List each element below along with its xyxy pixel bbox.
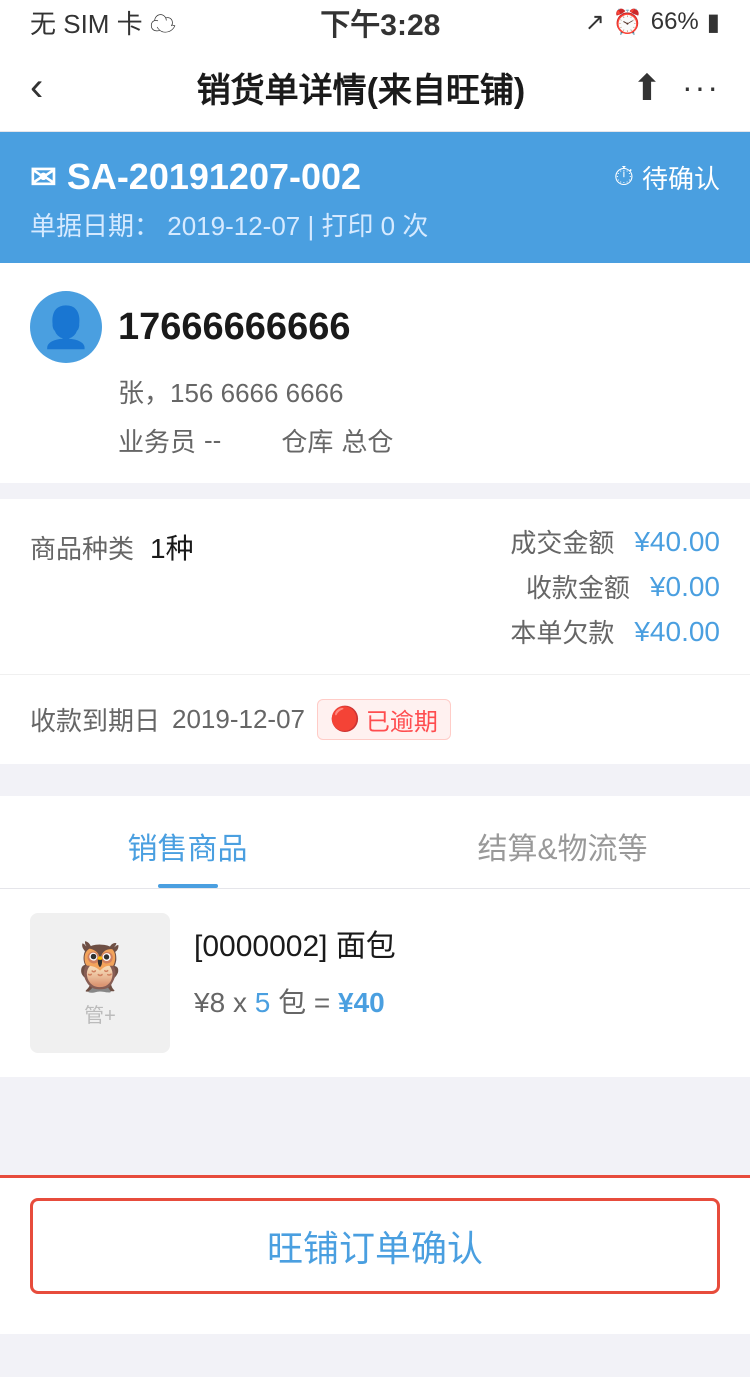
battery-icon: ▮ bbox=[707, 8, 720, 37]
customer-phone: 17666666666 bbox=[118, 306, 350, 349]
nav-actions: ⬆ ··· bbox=[632, 67, 720, 109]
sales-info: 业务员 -- bbox=[118, 422, 221, 459]
product-qty: 5 bbox=[255, 987, 271, 1018]
tab-settlement-label: 结算&物流等 bbox=[477, 833, 647, 866]
date-label: 单据日期： bbox=[30, 211, 160, 241]
amount-label-0: 成交金额 bbox=[510, 523, 614, 560]
page-title: 销货单详情(来自旺铺) bbox=[197, 63, 526, 112]
product-section: 🦉 管+ [0000002] 面包 ¥8 x 5 包 = ¥40 bbox=[0, 889, 750, 1077]
product-price: ¥8 x 5 包 = ¥40 bbox=[194, 981, 720, 1021]
amount-label-1: 收款金额 bbox=[526, 568, 630, 605]
customer-section: 👤 17666666666 张，156 6666 6666 业务员 -- 仓库 … bbox=[0, 263, 750, 483]
product-name-text: 面包 bbox=[336, 930, 396, 963]
overdue-badge: 🔴 已逾期 bbox=[317, 699, 451, 740]
customer-contact: 张，156 6666 6666 bbox=[118, 373, 720, 410]
price-value: ¥8 bbox=[194, 987, 225, 1018]
due-date: 2019-12-07 bbox=[172, 704, 305, 735]
status-left: 无 SIM 卡 ☁ bbox=[30, 4, 176, 41]
print-info: | 打印 0 次 bbox=[307, 211, 428, 241]
status-bar: 无 SIM 卡 ☁ 下午3:28 ↗ ⏰ 66% ▮ bbox=[0, 0, 750, 44]
warehouse-value: 总仓 bbox=[341, 422, 393, 459]
order-id-text: SA-20191207-002 bbox=[67, 156, 361, 198]
more-button[interactable]: ··· bbox=[682, 69, 720, 106]
location-icon: ↗ bbox=[585, 8, 605, 37]
customer-meta: 业务员 -- 仓库 总仓 bbox=[118, 422, 720, 459]
multiply-sign: x bbox=[233, 987, 255, 1018]
back-button[interactable]: ‹ bbox=[30, 65, 90, 110]
header-card: ✉ SA-20191207-002 ⏱ 待确认 单据日期： 2019-12-07… bbox=[0, 132, 750, 263]
product-info: [0000002] 面包 ¥8 x 5 包 = ¥40 bbox=[194, 913, 720, 1021]
alarm-icon: ⏰ bbox=[613, 8, 643, 37]
divider-2 bbox=[0, 764, 750, 780]
summary-section: 商品种类 1种 成交金额 ¥40.00 收款金额 ¥0.00 本单欠款 ¥40.… bbox=[0, 499, 750, 674]
product-thumbnail: 🦉 管+ bbox=[30, 913, 170, 1053]
confirm-button[interactable]: 旺铺订单确认 bbox=[30, 1198, 720, 1294]
date-value: 2019-12-07 bbox=[167, 211, 300, 241]
product-thumb-icon: 🦉 bbox=[70, 938, 130, 995]
product-unit: 包 bbox=[278, 987, 306, 1018]
export-button[interactable]: ⬆ bbox=[632, 67, 662, 109]
status-time: 下午3:28 bbox=[320, 0, 440, 44]
header-top: ✉ SA-20191207-002 ⏱ 待确认 bbox=[30, 156, 720, 198]
clock-icon: ⏱ bbox=[614, 161, 634, 193]
overdue-icon: 🔴 bbox=[330, 705, 360, 734]
order-id: ✉ SA-20191207-002 bbox=[30, 156, 361, 198]
product-kind-label: 商品种类 bbox=[30, 529, 134, 566]
tab-settlement[interactable]: 结算&物流等 bbox=[375, 796, 750, 888]
order-status: ⏱ 待确认 bbox=[614, 159, 720, 196]
due-section: 收款到期日 2019-12-07 🔴 已逾期 bbox=[0, 674, 750, 764]
amount-value-1: ¥0.00 bbox=[650, 571, 720, 603]
amount-value-2: ¥40.00 bbox=[634, 616, 720, 648]
tabs-section: 销售商品 结算&物流等 bbox=[0, 796, 750, 889]
amount-row-1: 收款金额 ¥0.00 bbox=[526, 568, 720, 605]
no-sim-text: 无 SIM 卡 ☁ bbox=[30, 4, 176, 41]
status-right: ↗ ⏰ 66% ▮ bbox=[585, 8, 720, 37]
header-date: 单据日期： 2019-12-07 | 打印 0 次 bbox=[30, 206, 720, 243]
tab-sales-products[interactable]: 销售商品 bbox=[0, 796, 375, 888]
product-kind: 商品种类 1种 bbox=[30, 523, 194, 567]
warehouse-label: 仓库 bbox=[281, 422, 333, 459]
sales-value: -- bbox=[204, 425, 221, 456]
amounts: 成交金额 ¥40.00 收款金额 ¥0.00 本单欠款 ¥40.00 bbox=[510, 523, 720, 650]
avatar-icon: 👤 bbox=[41, 304, 91, 351]
product-thumb-text: 管+ bbox=[84, 999, 116, 1028]
equals-sign: = bbox=[314, 987, 338, 1018]
customer-row: 👤 17666666666 bbox=[30, 291, 720, 363]
nav-bar: ‹ 销货单详情(来自旺铺) ⬆ ··· bbox=[0, 44, 750, 132]
confirm-button-wrapper: 旺铺订单确认 bbox=[0, 1175, 750, 1334]
battery-text: 66% bbox=[651, 8, 699, 36]
product-kind-value: 1种 bbox=[150, 527, 194, 567]
order-icon: ✉ bbox=[30, 158, 57, 196]
warehouse-info: 仓库 总仓 bbox=[281, 422, 393, 459]
status-text: 待确认 bbox=[642, 159, 720, 196]
avatar: 👤 bbox=[30, 291, 102, 363]
amount-label-2: 本单欠款 bbox=[510, 613, 614, 650]
overdue-text: 已逾期 bbox=[366, 702, 438, 737]
amount-value-0: ¥40.00 bbox=[634, 526, 720, 558]
sales-label: 业务员 bbox=[118, 422, 196, 459]
due-label: 收款到期日 bbox=[30, 701, 160, 738]
amount-row-0: 成交金额 ¥40.00 bbox=[510, 523, 720, 560]
product-code: [0000002] bbox=[194, 930, 327, 963]
amount-row-2: 本单欠款 ¥40.00 bbox=[510, 613, 720, 650]
product-total: ¥40 bbox=[338, 987, 385, 1018]
product-name: [0000002] 面包 bbox=[194, 921, 720, 965]
divider-1 bbox=[0, 483, 750, 499]
tab-sales-products-label: 销售商品 bbox=[128, 833, 248, 866]
